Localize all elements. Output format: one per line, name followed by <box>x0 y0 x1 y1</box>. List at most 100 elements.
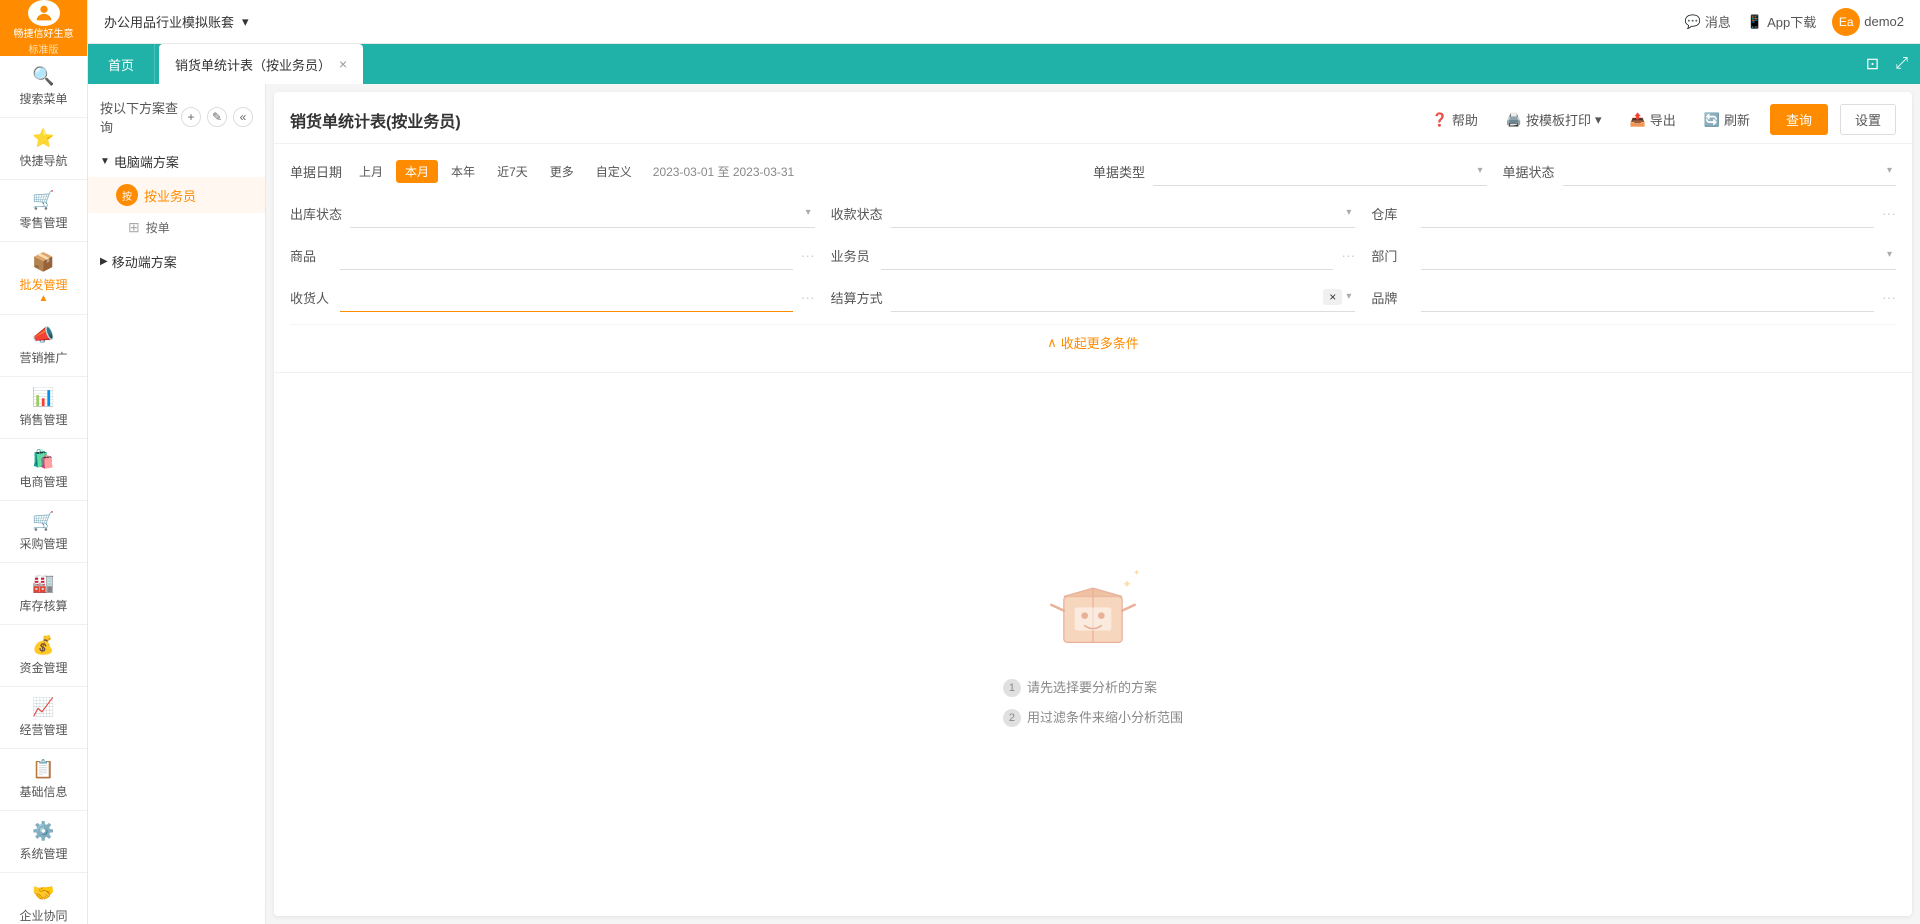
refresh-btn[interactable]: 🔄 刷新 <box>1696 106 1758 133</box>
schema-add-btn[interactable]: + <box>181 107 201 127</box>
warehouse-more-btn[interactable]: ··· <box>1882 205 1896 221</box>
expand-icon: ▲ <box>39 293 49 304</box>
template-print-label: 按模板打印 <box>1526 110 1591 129</box>
collapse-bar[interactable]: ∧ 收起更多条件 <box>290 324 1896 360</box>
filter-salesperson: 业务员 ··· <box>831 240 1356 270</box>
template-print-btn[interactable]: 🖨️ 按模板打印 ▾ <box>1498 106 1610 133</box>
schema-group-mobile-title[interactable]: ▶ 移动端方案 <box>88 246 265 277</box>
app-logo[interactable]: 畅捷信好生意 标准版 <box>0 0 88 56</box>
right-content: 销货单统计表(按业务员) ❓ 帮助 🖨️ 按模板打印 ▾ 📤 导出 <box>274 92 1912 916</box>
tab-maximize-btn[interactable]: ⤢ <box>1891 51 1912 77</box>
consignee-input[interactable] <box>340 282 793 312</box>
schema-sub-item-order[interactable]: ⊞ 按单 <box>88 213 265 242</box>
sidebar-item-inventory-label: 库存核算 <box>19 597 67 614</box>
triangle-right-icon: ▶ <box>100 256 108 267</box>
sidebar-item-retail[interactable]: 🛒 零售管理 <box>0 180 87 242</box>
collect-status-label: 收款状态 <box>831 204 883 223</box>
logo-icon <box>28 0 60 26</box>
department-select[interactable]: ▾ <box>1421 240 1896 270</box>
filter-out-status: 出库状态 ▾ <box>290 198 815 228</box>
date-buttons: 上月 本月 本年 近7天 更多 <box>350 160 641 183</box>
schema-edit-btn[interactable]: ✎ <box>207 107 227 127</box>
refresh-label: 刷新 <box>1724 110 1750 129</box>
sidebar-item-quicknav[interactable]: ⭐ 快捷导航 <box>0 118 87 180</box>
doc-status-label: 单据状态 <box>1503 162 1555 181</box>
sidebar-item-operation[interactable]: 📈 经营管理 <box>0 687 87 749</box>
tab-home[interactable]: 首页 <box>88 44 155 84</box>
sidebar-item-sales[interactable]: 📊 销售管理 <box>0 377 87 439</box>
query-btn[interactable]: 查询 <box>1770 104 1828 135</box>
export-btn[interactable]: 📤 导出 <box>1622 106 1684 133</box>
date-btn-this-month[interactable]: 本月 <box>396 160 438 183</box>
sidebar-item-search-label: 搜索菜单 <box>19 90 67 107</box>
hint-text-1: 请先选择要分析的方案 <box>1027 675 1157 701</box>
sidebar-item-operation-label: 经营管理 <box>19 721 67 738</box>
help-btn[interactable]: ❓ 帮助 <box>1424 106 1486 133</box>
ecommerce-icon: 🛍️ <box>32 449 54 470</box>
out-status-select[interactable]: ▾ <box>350 198 815 228</box>
date-btn-more[interactable]: 更多 <box>541 160 583 183</box>
enterprise-icon: 🤝 <box>32 883 54 904</box>
schema-query-label: 按以下方案查询 <box>100 98 181 136</box>
content-area: 按以下方案查询 + ✎ « ▼ 电脑端方案 <box>88 84 1920 924</box>
sidebar-item-ecommerce[interactable]: 🛍️ 电商管理 <box>0 439 87 501</box>
schema-group-mobile: ▶ 移动端方案 <box>88 246 265 277</box>
filter-department: 部门 ▾ <box>1371 240 1896 270</box>
tab-home-label: 首页 <box>108 55 134 74</box>
tab-bar-actions: ⊡ ⤢ <box>1862 50 1920 78</box>
date-btn-last7days[interactable]: 近7天 <box>488 160 537 183</box>
app-download-btn[interactable]: 📱 App下载 <box>1747 12 1816 31</box>
schema-group-desktop-title[interactable]: ▼ 电脑端方案 <box>88 146 265 177</box>
consignee-more-btn[interactable]: ··· <box>801 289 815 305</box>
warehouse-input[interactable] <box>1421 198 1874 228</box>
date-label: 单据日期 <box>290 162 342 181</box>
sidebar-item-finance[interactable]: 💰 资金管理 <box>0 625 87 687</box>
doc-status-select[interactable]: ▾ <box>1563 156 1896 186</box>
salesperson-more-btn[interactable]: ··· <box>1341 247 1355 263</box>
tab-bar: 首页 销货单统计表（按业务员） × ⊡ ⤢ <box>88 44 1920 84</box>
sidebar-item-system[interactable]: ⚙️ 系统管理 <box>0 811 87 873</box>
sidebar-item-basic[interactable]: 📋 基础信息 <box>0 749 87 811</box>
sidebar-item-inventory[interactable]: 🏭 库存核算 <box>0 563 87 625</box>
doc-status-arrow: ▾ <box>1887 165 1892 176</box>
settings-btn[interactable]: 设置 <box>1840 104 1896 135</box>
sidebar-item-wholesale[interactable]: 📦 批发管理 ▲ <box>0 242 87 315</box>
brand-input[interactable] <box>1421 282 1874 312</box>
schema-collapse-btn[interactable]: « <box>233 107 253 127</box>
goods-input[interactable] <box>340 240 793 270</box>
collapse-icon: ∧ <box>1047 335 1057 351</box>
dept-arrow: ▾ <box>1887 249 1892 260</box>
app-name: 畅捷信好生意 <box>14 28 74 41</box>
sidebar-item-marketing[interactable]: 📣 营销推广 <box>0 315 87 377</box>
export-label: 导出 <box>1650 110 1676 129</box>
salesperson-input[interactable] <box>881 240 1334 270</box>
schema-item-salesperson[interactable]: 按 按业务员 <box>88 177 265 213</box>
date-btn-this-year[interactable]: 本年 <box>442 160 484 183</box>
brand-more-btn[interactable]: ··· <box>1882 289 1896 305</box>
settlement-select[interactable]: × ▾ <box>891 282 1356 312</box>
sidebar-item-marketing-label: 营销推广 <box>19 349 67 366</box>
message-btn[interactable]: 💬 消息 <box>1685 12 1731 31</box>
goods-label: 商品 <box>290 246 332 265</box>
sales-icon: 📊 <box>32 387 54 408</box>
left-panel-header: 按以下方案查询 + ✎ « <box>88 92 265 142</box>
user-profile-btn[interactable]: Ea demo2 <box>1832 8 1904 36</box>
svg-text:✦: ✦ <box>1133 567 1140 577</box>
sidebar-item-search[interactable]: 🔍 搜索菜单 <box>0 56 87 118</box>
tab-close-btn[interactable]: × <box>339 57 347 71</box>
collect-status-select[interactable]: ▾ <box>891 198 1356 228</box>
date-range: 2023-03-01 至 2023-03-31 <box>653 163 794 180</box>
tab-active-salesperson[interactable]: 销货单统计表（按业务员） × <box>159 44 363 84</box>
date-btn-last-month[interactable]: 上月 <box>350 160 392 183</box>
tab-minimize-btn[interactable]: ⊡ <box>1862 50 1883 78</box>
triangle-icon: ▼ <box>100 156 110 167</box>
date-btn-custom[interactable]: 自定义 <box>587 160 641 183</box>
sidebar-item-sales-label: 销售管理 <box>19 411 67 428</box>
sidebar-item-purchase[interactable]: 🛒 采购管理 <box>0 501 87 563</box>
doc-type-select[interactable]: ▾ <box>1153 156 1486 186</box>
message-label: 消息 <box>1705 12 1731 31</box>
edit-icon: ✎ <box>212 110 222 124</box>
goods-more-btn[interactable]: ··· <box>801 247 815 263</box>
sidebar-item-enterprise[interactable]: 🤝 企业协同 <box>0 873 87 924</box>
consignee-label: 收货人 <box>290 288 332 307</box>
